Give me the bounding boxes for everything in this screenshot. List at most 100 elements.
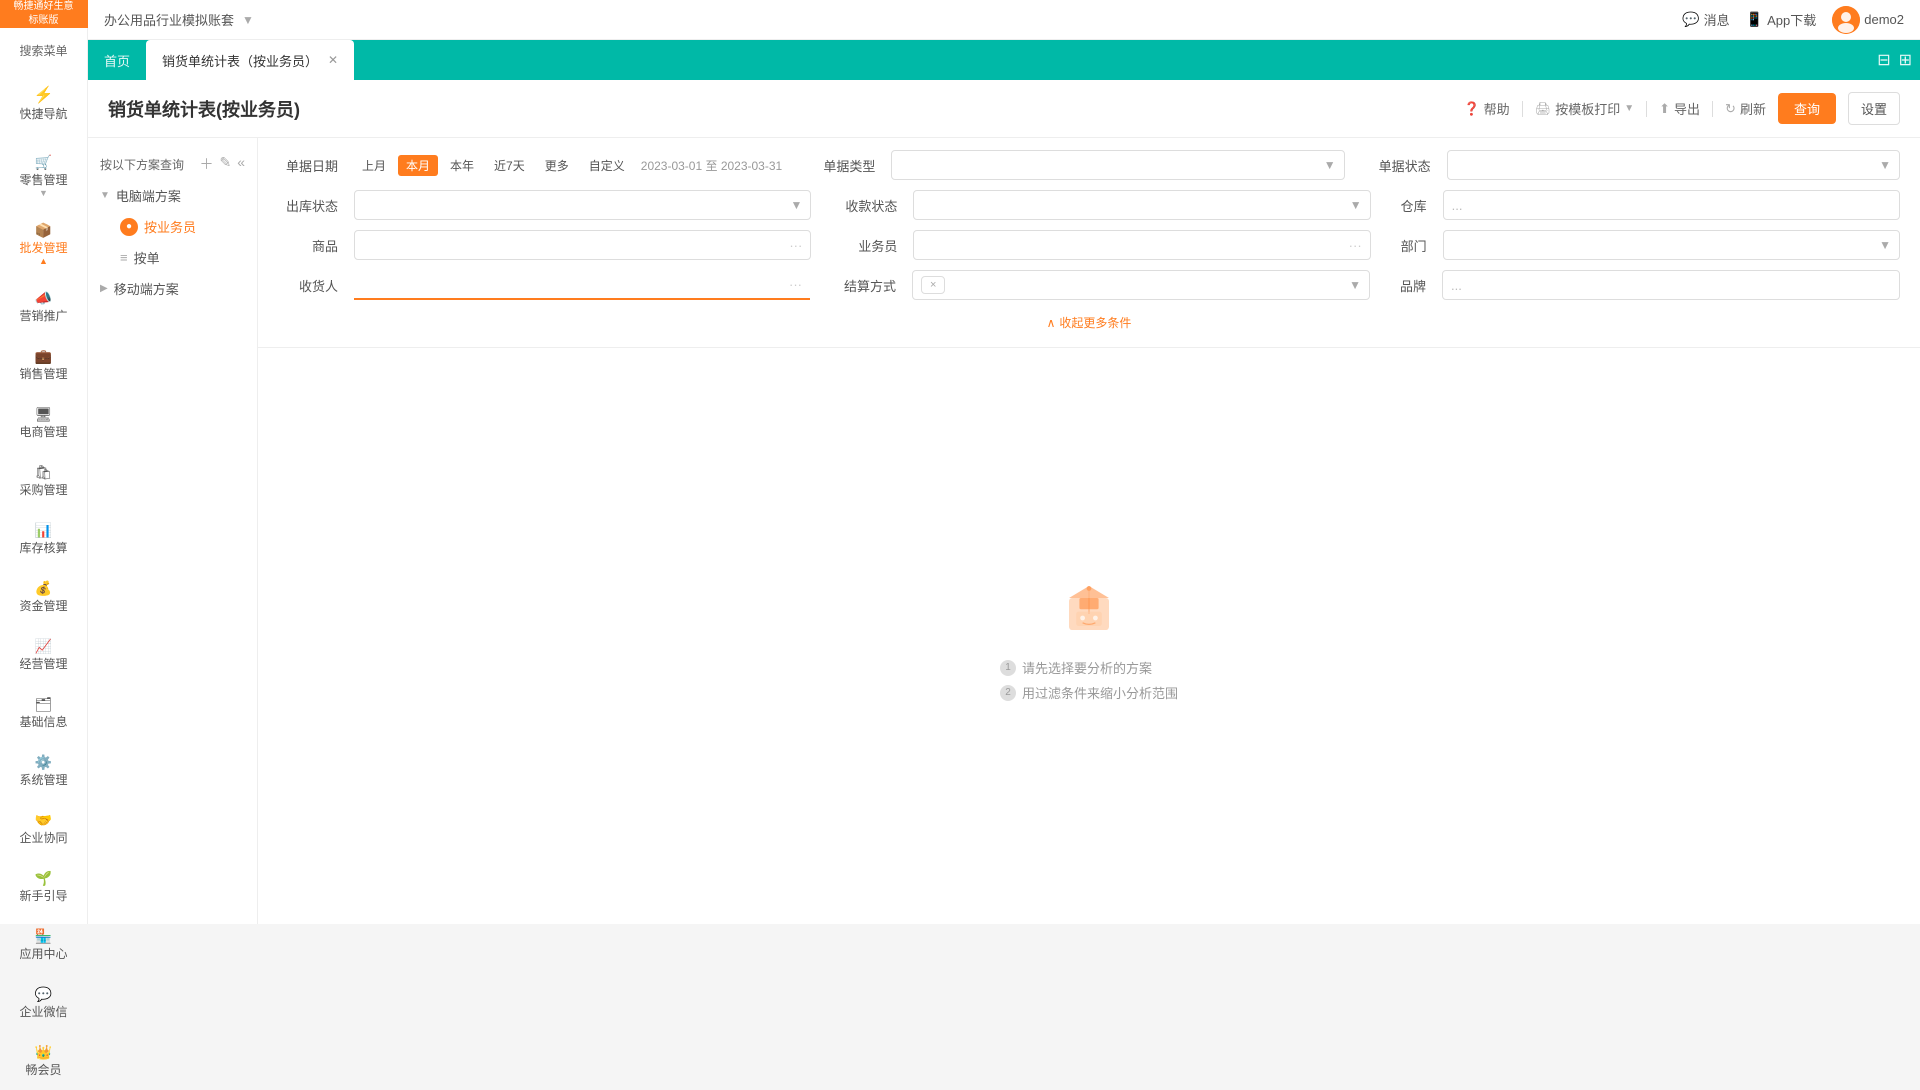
goods-label: 商品 xyxy=(278,236,338,255)
date-btn-more[interactable]: 更多 xyxy=(537,155,577,176)
messages-btn[interactable]: 💬 消息 xyxy=(1682,10,1729,29)
print-dropdown-icon[interactable]: ▼ xyxy=(1624,103,1634,114)
edit-scheme-icon[interactable]: ✎ xyxy=(219,154,231,174)
settlement-tag: × xyxy=(921,276,945,294)
sidebar-item-retail[interactable]: 🛒 零售管理 ▼ xyxy=(0,142,87,210)
sidebar-item-system[interactable]: ⚙️ 系统管理 xyxy=(0,742,87,800)
collapse-label: 收起更多条件 xyxy=(1059,314,1131,331)
payment-status-select[interactable]: ▼ xyxy=(913,190,1370,220)
goods-dots[interactable]: ··· xyxy=(789,238,802,253)
tree-group-mobile[interactable]: ▶ 移动端方案 xyxy=(88,273,257,304)
query-button[interactable]: 查询 xyxy=(1778,93,1836,124)
sidebar-item-operations[interactable]: 📈 经营管理 xyxy=(0,626,87,684)
left-panel: 按以下方案查询 ＋ ✎ « ▼ 电脑端方案 ● 按业务员 xyxy=(88,138,258,924)
date-range-text: 2023-03-01 至 2023-03-31 xyxy=(641,157,782,174)
empty-text-block: 1 请先选择要分析的方案 2 用过滤条件来缩小分析范围 xyxy=(1000,658,1178,702)
warehouse-label: 仓库 xyxy=(1387,196,1427,215)
collapse-panel-icon[interactable]: « xyxy=(237,154,245,174)
inventory-icon: 📊 xyxy=(35,522,52,539)
app-download-label: App下载 xyxy=(1767,10,1816,29)
salesperson-dots[interactable]: ··· xyxy=(1349,238,1362,253)
filter-row-4: 收货人 ··· 结算方式 × ▼ xyxy=(278,270,1900,300)
sidebar-item-wechat[interactable]: 💬 企业微信 xyxy=(0,974,87,1032)
goods-select[interactable]: ··· xyxy=(354,230,811,260)
export-btn[interactable]: ⬆ 导出 xyxy=(1659,99,1700,118)
sidebar-item-basic[interactable]: 🗂 基础信息 xyxy=(0,684,87,742)
sidebar-item-sales[interactable]: 💼 销售管理 xyxy=(0,336,87,394)
sidebar-item-finance[interactable]: 💰 资金管理 xyxy=(0,568,87,626)
sidebar-shortcut-nav[interactable]: ⚡ 快捷导航 xyxy=(0,73,87,134)
newbie-label: 新手引导 xyxy=(19,887,67,904)
sidebar-item-wholesale[interactable]: 📦 批发管理 ▲ xyxy=(0,210,87,278)
topbar-left: 办公用品行业模拟账套 ▼ xyxy=(104,10,254,29)
help-btn[interactable]: ❓ 帮助 xyxy=(1463,99,1509,118)
empty-hint-1: 1 请先选择要分析的方案 xyxy=(1000,658,1178,677)
consignee-dots[interactable]: ··· xyxy=(789,277,802,292)
collapse-btn[interactable]: ∧ 收起更多条件 xyxy=(278,310,1900,335)
tab-home[interactable]: 首页 xyxy=(88,40,146,80)
settlement-select[interactable]: × ▼ xyxy=(912,270,1370,300)
doc-status-select[interactable]: ▼ xyxy=(1447,150,1900,180)
help-label: 帮助 xyxy=(1484,99,1510,118)
app-download-icon: 📱 xyxy=(1746,11,1763,28)
app-download-btn[interactable]: 📱 App下载 xyxy=(1746,10,1817,29)
add-scheme-icon[interactable]: ＋ xyxy=(199,154,213,174)
main-area: 办公用品行业模拟账套 ▼ 💬 消息 📱 App下载 demo2 首页 xyxy=(88,0,1920,924)
tab-sales-stats[interactable]: 销货单统计表（按业务员） ✕ xyxy=(146,40,354,80)
mobile-tree-expand-icon: ▶ xyxy=(100,283,108,294)
refresh-btn[interactable]: ↻ 刷新 xyxy=(1725,99,1766,118)
consignee-input-wrapper[interactable]: ··· xyxy=(354,270,810,300)
inventory-label: 库存核算 xyxy=(19,539,67,556)
out-status-select[interactable]: ▼ xyxy=(354,190,811,220)
consignee-input[interactable] xyxy=(362,277,789,292)
app-logo: 畅捷通好生意 标账版 xyxy=(0,0,88,28)
dept-select[interactable]: ▼ xyxy=(1443,230,1900,260)
enterprise-icon: 🤝 xyxy=(35,812,52,829)
date-btn-custom[interactable]: 自定义 xyxy=(581,155,633,176)
tree-group-desktop[interactable]: ▼ 电脑端方案 xyxy=(88,180,257,211)
doc-type-dropdown-icon: ▼ xyxy=(1324,158,1336,172)
sidebar-item-enterprise[interactable]: 🤝 企业协同 xyxy=(0,800,87,858)
sidebar-item-inventory[interactable]: 📊 库存核算 xyxy=(0,510,87,568)
topbar-dropdown-icon[interactable]: ▼ xyxy=(242,13,254,27)
tree-item-by-salesperson[interactable]: ● 按业务员 xyxy=(108,211,257,242)
left-panel-title-text: 按以下方案查询 xyxy=(100,156,184,173)
tab-maximize-icon[interactable]: ⊞ xyxy=(1899,50,1912,70)
sidebar-item-member[interactable]: 👑 畅会员 xyxy=(0,1032,87,1090)
salesperson-select[interactable]: ··· xyxy=(913,230,1370,260)
date-btn-last-month[interactable]: 上月 xyxy=(354,155,394,176)
warehouse-select[interactable]: ... xyxy=(1443,190,1900,220)
settlement-tag-close[interactable]: × xyxy=(930,279,936,291)
date-btn-this-month[interactable]: 本月 xyxy=(398,155,438,176)
retail-icon: 🛒 xyxy=(35,154,52,171)
collapse-up-icon: ∧ xyxy=(1047,316,1056,330)
sidebar-item-appstore[interactable]: 🏪 应用中心 xyxy=(0,916,87,974)
user-menu[interactable]: demo2 xyxy=(1832,6,1904,34)
sidebar-item-purchase[interactable]: 🛍 采购管理 xyxy=(0,452,87,510)
sidebar-item-ecommerce[interactable]: 🖥 电商管理 xyxy=(0,394,87,452)
message-icon: 💬 xyxy=(1682,11,1699,28)
retail-arrow: ▼ xyxy=(39,188,48,198)
tree-sub-desktop: ● 按业务员 ≡ 按单 xyxy=(88,211,257,273)
left-panel-actions: ＋ ✎ « xyxy=(199,154,245,174)
settings-button[interactable]: 设置 xyxy=(1848,92,1900,125)
date-btn-last-7-days[interactable]: 近7天 xyxy=(486,155,533,176)
sidebar-item-marketing[interactable]: 📣 营销推广 xyxy=(0,278,87,336)
print-btn[interactable]: 🖨 按模板打印 ▼ xyxy=(1535,99,1634,118)
hint-2-text: 用过滤条件来缩小分析范围 xyxy=(1022,683,1178,702)
left-panel-title: 按以下方案查询 ＋ ✎ « xyxy=(88,148,257,180)
tree-item-by-order[interactable]: ≡ 按单 xyxy=(108,242,257,273)
tab-close-icon[interactable]: ✕ xyxy=(328,53,338,67)
member-label: 畅会员 xyxy=(25,1061,61,1078)
warehouse-placeholder: ... xyxy=(1452,198,1463,213)
sidebar-item-newbie[interactable]: 🌱 新手引导 xyxy=(0,858,87,916)
date-btn-this-year[interactable]: 本年 xyxy=(442,155,482,176)
help-icon: ❓ xyxy=(1463,101,1479,117)
doc-type-select[interactable]: ▼ xyxy=(891,150,1344,180)
topbar: 办公用品行业模拟账套 ▼ 💬 消息 📱 App下载 demo2 xyxy=(88,0,1920,40)
brand-select[interactable]: ... xyxy=(1442,270,1900,300)
search-menu-label[interactable]: 搜索菜单 xyxy=(19,38,67,63)
export-label: 导出 xyxy=(1674,99,1700,118)
tab-minimize-icon[interactable]: ⊟ xyxy=(1877,50,1890,70)
search-menu-section[interactable]: 搜索菜单 xyxy=(0,28,87,73)
